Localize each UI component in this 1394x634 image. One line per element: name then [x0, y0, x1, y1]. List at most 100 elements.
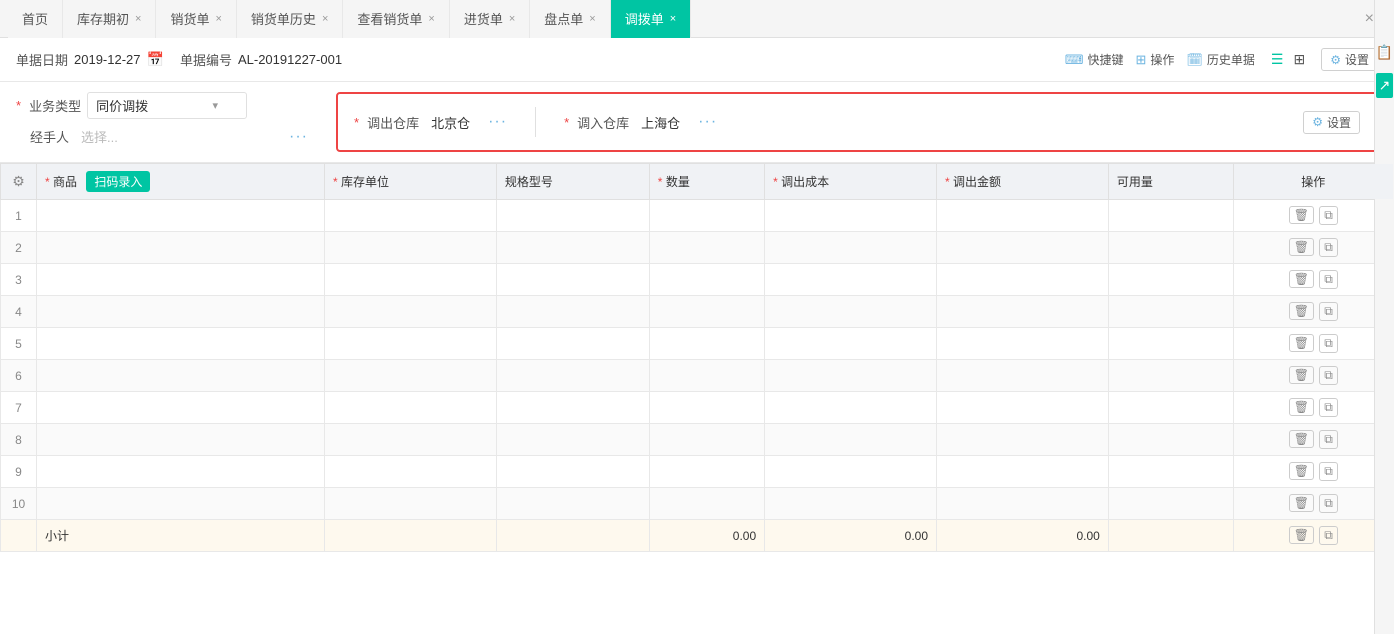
available-cell[interactable]: [1108, 328, 1233, 360]
spec-cell[interactable]: [496, 456, 649, 488]
spec-cell[interactable]: [496, 200, 649, 232]
qty-cell[interactable]: [649, 456, 764, 488]
spec-cell[interactable]: [496, 424, 649, 456]
amount-cell[interactable]: [937, 424, 1109, 456]
amount-cell[interactable]: [937, 232, 1109, 264]
tab-sales-history[interactable]: 销货单历史 ×: [237, 0, 343, 38]
available-cell[interactable]: [1108, 296, 1233, 328]
available-cell[interactable]: [1108, 200, 1233, 232]
handler-more-icon[interactable]: ···: [289, 128, 316, 146]
spec-cell[interactable]: [496, 360, 649, 392]
tab-view-sales[interactable]: 查看销货单 ×: [343, 0, 449, 38]
view-list-button[interactable]: ☰: [1267, 49, 1288, 70]
product-cell[interactable]: [37, 424, 325, 456]
unit-cell[interactable]: [324, 200, 496, 232]
history-button[interactable]: 🗓 历史单据: [1186, 51, 1255, 68]
row-copy-button[interactable]: ⧉: [1319, 302, 1338, 321]
cost-cell[interactable]: [765, 392, 937, 424]
unit-cell[interactable]: [324, 488, 496, 520]
tab-purchase[interactable]: 进货单 ×: [450, 0, 530, 38]
amount-cell[interactable]: [937, 360, 1109, 392]
cost-cell[interactable]: [765, 296, 937, 328]
spec-cell[interactable]: [496, 328, 649, 360]
available-cell[interactable]: [1108, 232, 1233, 264]
available-cell[interactable]: [1108, 392, 1233, 424]
product-cell[interactable]: [37, 200, 325, 232]
sidebar-doc-icon[interactable]: 📋: [1372, 40, 1394, 65]
product-cell[interactable]: [37, 264, 325, 296]
unit-cell[interactable]: [324, 392, 496, 424]
available-cell[interactable]: [1108, 360, 1233, 392]
row-delete-button[interactable]: 🗑: [1289, 462, 1314, 480]
qty-cell[interactable]: [649, 424, 764, 456]
row-delete-button[interactable]: 🗑: [1289, 302, 1314, 320]
tab-view-sales-close[interactable]: ×: [428, 13, 434, 25]
column-settings-button[interactable]: ⚙: [12, 173, 25, 190]
footer-delete-button[interactable]: 🗑: [1289, 526, 1314, 544]
qty-cell[interactable]: [649, 200, 764, 232]
cost-cell[interactable]: [765, 232, 937, 264]
calendar-icon[interactable]: 📅: [147, 51, 164, 68]
qty-cell[interactable]: [649, 232, 764, 264]
cost-cell[interactable]: [765, 200, 937, 232]
amount-cell[interactable]: [937, 488, 1109, 520]
spec-cell[interactable]: [496, 232, 649, 264]
product-cell[interactable]: [37, 328, 325, 360]
available-cell[interactable]: [1108, 424, 1233, 456]
product-cell[interactable]: [37, 296, 325, 328]
cost-cell[interactable]: [765, 424, 937, 456]
row-delete-button[interactable]: 🗑: [1289, 494, 1314, 512]
date-value[interactable]: 2019-12-27: [74, 52, 141, 67]
row-copy-button[interactable]: ⧉: [1319, 430, 1338, 449]
tab-sales-order[interactable]: 销货单 ×: [156, 0, 236, 38]
out-warehouse-more-icon[interactable]: ···: [488, 113, 507, 131]
unit-cell[interactable]: [324, 264, 496, 296]
row-delete-button[interactable]: 🗑: [1289, 238, 1314, 256]
product-cell[interactable]: [37, 360, 325, 392]
amount-cell[interactable]: [937, 200, 1109, 232]
qty-cell[interactable]: [649, 328, 764, 360]
view-grid-button[interactable]: ⊞: [1289, 49, 1309, 70]
unit-cell[interactable]: [324, 456, 496, 488]
shortcut-button[interactable]: ⌨ 快捷键: [1065, 51, 1124, 68]
tab-purchase-close[interactable]: ×: [509, 13, 515, 25]
cost-cell[interactable]: [765, 264, 937, 296]
row-copy-button[interactable]: ⧉: [1319, 398, 1338, 417]
tab-inventory-close[interactable]: ×: [589, 13, 595, 25]
unit-cell[interactable]: [324, 232, 496, 264]
spec-cell[interactable]: [496, 264, 649, 296]
amount-cell[interactable]: [937, 264, 1109, 296]
scan-entry-button[interactable]: 扫码录入: [86, 171, 150, 192]
product-cell[interactable]: [37, 392, 325, 424]
amount-cell[interactable]: [937, 296, 1109, 328]
sidebar-export-icon[interactable]: ↗: [1376, 73, 1394, 98]
cost-cell[interactable]: [765, 456, 937, 488]
out-warehouse-value[interactable]: 北京仓: [431, 113, 470, 132]
in-warehouse-value[interactable]: 上海仓: [641, 113, 680, 132]
row-copy-button[interactable]: ⧉: [1319, 270, 1338, 289]
available-cell[interactable]: [1108, 488, 1233, 520]
spec-cell[interactable]: [496, 296, 649, 328]
unit-cell[interactable]: [324, 328, 496, 360]
cost-cell[interactable]: [765, 360, 937, 392]
row-copy-button[interactable]: ⧉: [1319, 238, 1338, 257]
unit-cell[interactable]: [324, 360, 496, 392]
tab-home[interactable]: 首页: [8, 0, 63, 38]
qty-cell[interactable]: [649, 296, 764, 328]
qty-cell[interactable]: [649, 392, 764, 424]
product-cell[interactable]: [37, 488, 325, 520]
qty-cell[interactable]: [649, 488, 764, 520]
spec-cell[interactable]: [496, 488, 649, 520]
spec-cell[interactable]: [496, 392, 649, 424]
operation-button[interactable]: ⊞ 操作: [1135, 51, 1174, 68]
row-copy-button[interactable]: ⧉: [1319, 366, 1338, 385]
cost-cell[interactable]: [765, 328, 937, 360]
row-delete-button[interactable]: 🗑: [1289, 334, 1314, 352]
tab-sales-history-close[interactable]: ×: [322, 13, 328, 25]
amount-cell[interactable]: [937, 328, 1109, 360]
row-delete-button[interactable]: 🗑: [1289, 206, 1314, 224]
handler-placeholder[interactable]: 选择...: [81, 127, 118, 146]
row-delete-button[interactable]: 🗑: [1289, 270, 1314, 288]
warehouse-settings-button[interactable]: ⚙ 设置: [1303, 111, 1360, 134]
row-delete-button[interactable]: 🗑: [1289, 430, 1314, 448]
